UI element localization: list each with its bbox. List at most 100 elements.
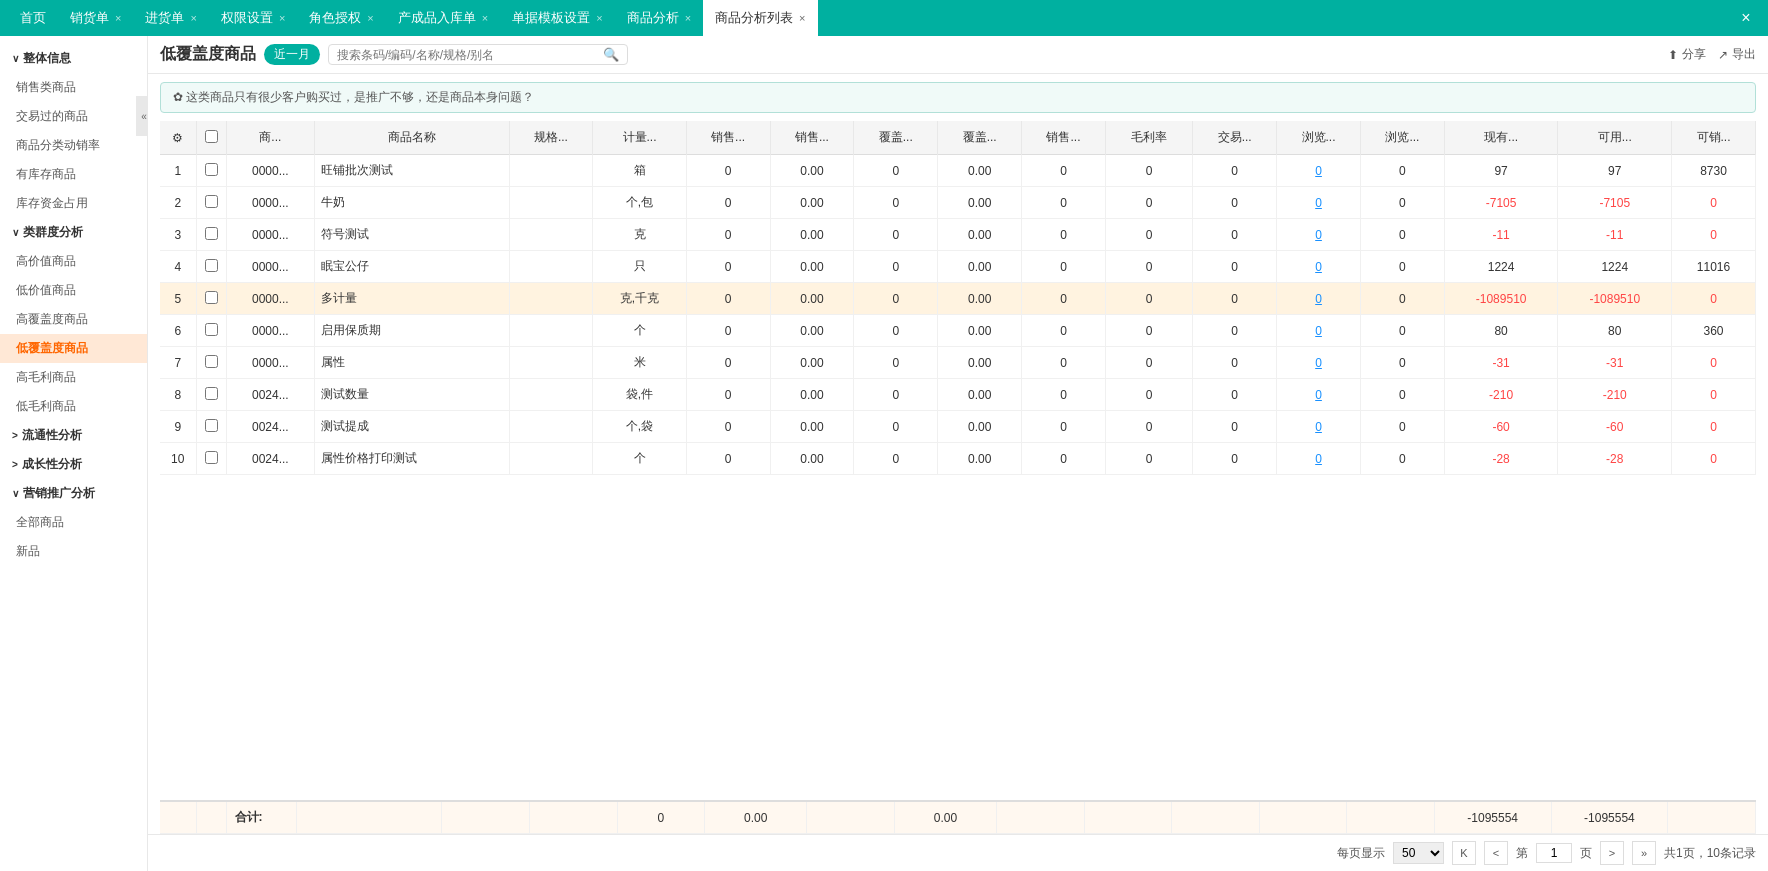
sidebar-section-liquidity[interactable]: > 流通性分析: [0, 421, 147, 450]
first-page-button[interactable]: K: [1452, 841, 1476, 865]
col-name-header[interactable]: 商品名称: [315, 121, 509, 155]
select-all-checkbox[interactable]: [205, 130, 218, 143]
row-checkbox[interactable]: [205, 195, 218, 208]
row-checkbox[interactable]: [205, 291, 218, 304]
nav-permissions[interactable]: 权限设置 ×: [209, 0, 297, 36]
period-button[interactable]: 近一月: [264, 44, 320, 65]
share-button[interactable]: ⬆ 分享: [1668, 46, 1706, 63]
nav-sales-order-close[interactable]: ×: [115, 12, 121, 24]
sidebar-item-high-coverage[interactable]: 高覆盖度商品: [0, 305, 147, 334]
sidebar-item-low-coverage[interactable]: 低覆盖度商品: [0, 334, 147, 363]
search-input[interactable]: [337, 48, 603, 62]
col-sales-amount-header[interactable]: 销售...: [770, 121, 854, 155]
sidebar-section-growth[interactable]: > 成长性分析: [0, 450, 147, 479]
last-page-button[interactable]: »: [1632, 841, 1656, 865]
col-sales3-header[interactable]: 销售...: [1022, 121, 1106, 155]
col-unit-header[interactable]: 计量...: [593, 121, 686, 155]
col-current-stock-header[interactable]: 现有...: [1444, 121, 1558, 155]
nav-home[interactable]: 首页: [8, 0, 58, 36]
col-settings-header[interactable]: ⚙: [160, 121, 196, 155]
row-checkbox[interactable]: [205, 419, 218, 432]
row-checkbox-cell[interactable]: [196, 443, 226, 475]
col-browse2-header[interactable]: 浏览...: [1360, 121, 1444, 155]
table-row: 7 0000... 属性 米 0 0.00 0 0.00 0 0 0 0 0 -…: [160, 347, 1756, 379]
row-checkbox-cell[interactable]: [196, 347, 226, 379]
sidebar-item-low-value[interactable]: 低价值商品: [0, 276, 147, 305]
row-browse1[interactable]: 0: [1277, 411, 1361, 443]
prev-page-button[interactable]: <: [1484, 841, 1508, 865]
nav-product-analysis-close[interactable]: ×: [685, 12, 691, 24]
export-button[interactable]: ↗ 导出: [1718, 46, 1756, 63]
nav-finished-goods[interactable]: 产成品入库单 ×: [386, 0, 500, 36]
row-checkbox[interactable]: [205, 323, 218, 336]
row-checkbox[interactable]: [205, 387, 218, 400]
row-browse1[interactable]: 0: [1277, 379, 1361, 411]
col-sales-qty-header[interactable]: 销售...: [686, 121, 770, 155]
sidebar-item-category-rate[interactable]: 商品分类动销率: [0, 131, 147, 160]
row-checkbox-cell[interactable]: [196, 219, 226, 251]
main-layout: « ∨ 整体信息 销售类商品 交易过的商品 商品分类动销率 有库存商品 库存资金…: [0, 36, 1768, 871]
col-code-header[interactable]: 商...: [226, 121, 315, 155]
nav-purchase-order-close[interactable]: ×: [190, 12, 196, 24]
next-page-button[interactable]: >: [1600, 841, 1624, 865]
row-checkbox[interactable]: [205, 163, 218, 176]
row-checkbox-cell[interactable]: [196, 251, 226, 283]
col-browse1-header[interactable]: 浏览...: [1277, 121, 1361, 155]
nav-template-settings-close[interactable]: ×: [596, 12, 602, 24]
col-available-stock-header[interactable]: 可用...: [1558, 121, 1672, 155]
col-gross-margin-header[interactable]: 毛利率: [1105, 121, 1192, 155]
nav-product-analysis[interactable]: 商品分析 ×: [615, 0, 703, 36]
col-sellable-header[interactable]: 可销...: [1672, 121, 1756, 155]
row-checkbox[interactable]: [205, 355, 218, 368]
col-cover1-header[interactable]: 覆盖...: [854, 121, 938, 155]
sidebar-item-in-stock[interactable]: 有库存商品: [0, 160, 147, 189]
row-current-stock: -1089510: [1444, 283, 1558, 315]
row-checkbox[interactable]: [205, 227, 218, 240]
row-browse1[interactable]: 0: [1277, 155, 1361, 187]
col-spec-header[interactable]: 规格...: [509, 121, 593, 155]
row-checkbox-cell[interactable]: [196, 187, 226, 219]
sidebar-item-high-value[interactable]: 高价值商品: [0, 247, 147, 276]
sidebar-item-traded-goods[interactable]: 交易过的商品: [0, 102, 147, 131]
row-checkbox[interactable]: [205, 259, 218, 272]
col-checkbox-header[interactable]: [196, 121, 226, 155]
sidebar-item-high-margin[interactable]: 高毛利商品: [0, 363, 147, 392]
sidebar-item-sales-goods[interactable]: 销售类商品: [0, 73, 147, 102]
nav-template-settings[interactable]: 单据模板设置 ×: [500, 0, 614, 36]
row-checkbox-cell[interactable]: [196, 283, 226, 315]
nav-permissions-close[interactable]: ×: [279, 12, 285, 24]
row-checkbox-cell[interactable]: [196, 379, 226, 411]
row-browse1[interactable]: 0: [1277, 315, 1361, 347]
row-browse1[interactable]: 0: [1277, 251, 1361, 283]
sidebar-collapse-button[interactable]: «: [136, 96, 148, 136]
row-checkbox-cell[interactable]: [196, 411, 226, 443]
sidebar-item-low-margin[interactable]: 低毛利商品: [0, 392, 147, 421]
per-page-select[interactable]: 50 100 200: [1393, 842, 1444, 864]
nav-sales-order[interactable]: 销货单 ×: [58, 0, 133, 36]
sidebar-section-cluster[interactable]: ∨ 类群度分析: [0, 218, 147, 247]
row-browse1[interactable]: 0: [1277, 187, 1361, 219]
sidebar-section-overall[interactable]: ∨ 整体信息: [0, 44, 147, 73]
row-browse1[interactable]: 0: [1277, 283, 1361, 315]
nav-role-auth[interactable]: 角色授权 ×: [297, 0, 385, 36]
row-checkbox-cell[interactable]: [196, 155, 226, 187]
nav-purchase-order[interactable]: 进货单 ×: [133, 0, 208, 36]
row-checkbox[interactable]: [205, 451, 218, 464]
nav-role-auth-close[interactable]: ×: [367, 12, 373, 24]
nav-product-analysis-list-close[interactable]: ×: [799, 12, 805, 24]
row-browse1[interactable]: 0: [1277, 347, 1361, 379]
sidebar-item-all-goods[interactable]: 全部商品: [0, 508, 147, 537]
sidebar-item-stock-capital[interactable]: 库存资金占用: [0, 189, 147, 218]
row-browse1[interactable]: 0: [1277, 219, 1361, 251]
nav-finished-goods-close[interactable]: ×: [482, 12, 488, 24]
col-cover2-header[interactable]: 覆盖...: [938, 121, 1022, 155]
row-browse1[interactable]: 0: [1277, 443, 1361, 475]
col-transaction-header[interactable]: 交易...: [1193, 121, 1277, 155]
search-box[interactable]: 🔍: [328, 44, 628, 65]
row-checkbox-cell[interactable]: [196, 315, 226, 347]
sidebar-item-new-goods[interactable]: 新品: [0, 537, 147, 566]
nav-product-analysis-list[interactable]: 商品分析列表 ×: [703, 0, 817, 36]
sidebar-section-marketing[interactable]: ∨ 营销推广分析: [0, 479, 147, 508]
window-close-button[interactable]: ×: [1732, 4, 1760, 32]
page-number-input[interactable]: [1536, 843, 1572, 863]
